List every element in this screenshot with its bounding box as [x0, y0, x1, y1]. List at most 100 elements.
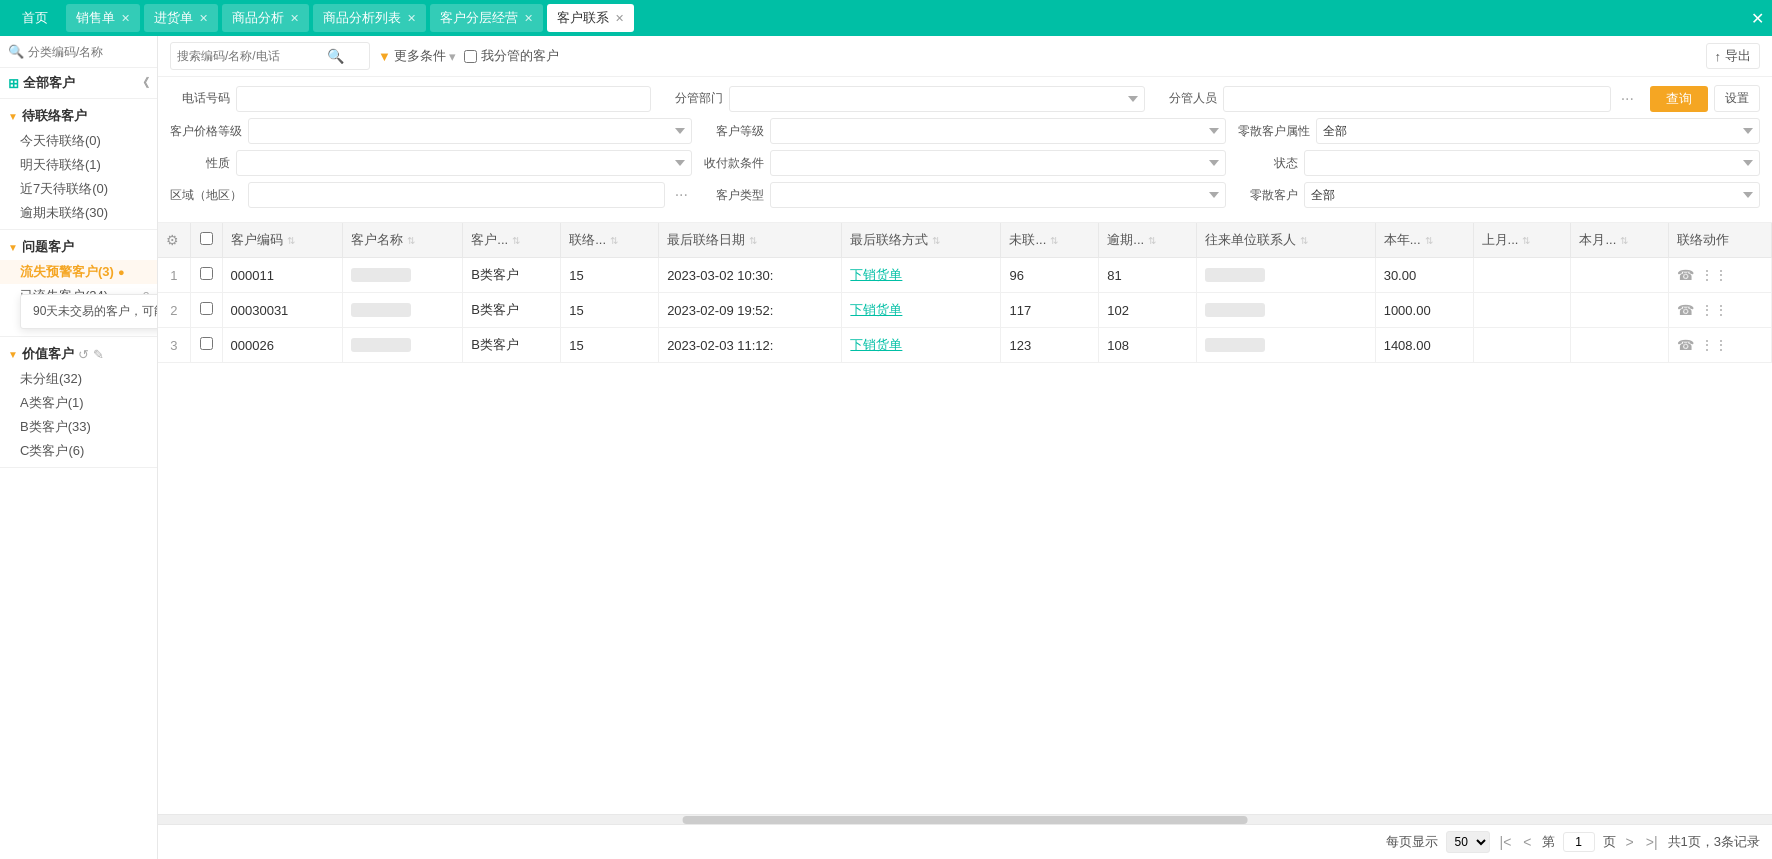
tab-analysis[interactable]: 商品分析 ✕ [222, 4, 309, 32]
customer-grade-select[interactable] [770, 118, 1226, 144]
row-2-checkbox[interactable] [200, 302, 213, 315]
query-button[interactable]: 查询 [1650, 86, 1708, 112]
sidebar-item-c-class[interactable]: C类客户(6) [0, 439, 157, 463]
tab-analysis-list[interactable]: 商品分析列表 ✕ [313, 4, 426, 32]
sidebar-item-a-class[interactable]: A类客户(1) [0, 391, 157, 415]
settings-button[interactable]: 设置 [1714, 85, 1760, 112]
dept-select[interactable] [729, 86, 1144, 112]
value-section-header[interactable]: ▼ 价值客户 ↺ ✎ [0, 341, 157, 367]
value-refresh-icon[interactable]: ↺ [78, 347, 89, 362]
region-more-icon[interactable]: ··· [671, 186, 692, 204]
collapse-icon[interactable]: 《 [137, 75, 149, 92]
row-last-method-3[interactable]: 下销货单 [842, 328, 1001, 363]
th-this-month-sort[interactable]: ⇅ [1620, 235, 1628, 246]
my-customers-checkbox-wrap[interactable]: 我分管的客户 [464, 47, 559, 65]
close-icon-customer-contact[interactable]: ✕ [615, 12, 624, 25]
status-select[interactable] [1304, 150, 1760, 176]
th-this-year-sort[interactable]: ⇅ [1425, 235, 1433, 246]
sidebar-item-tomorrow[interactable]: 明天待联络(1) [0, 153, 157, 177]
close-icon-purchase[interactable]: ✕ [199, 12, 208, 25]
row-num-3: 3 [158, 328, 190, 363]
sidebar-item-churned[interactable]: 已流失客户(24) ? [0, 284, 157, 308]
tab-customer-contact[interactable]: 客户联系 ✕ [547, 4, 634, 32]
filter-search-icon[interactable]: 🔍 [327, 48, 344, 64]
action-contact-icon-1[interactable]: ☎ [1677, 267, 1694, 283]
export-btn[interactable]: ↑ 导出 [1706, 43, 1761, 69]
row-last-method-3-link[interactable]: 下销货单 [850, 337, 902, 352]
row-last-method-2[interactable]: 下销货单 [842, 293, 1001, 328]
row-last-method-1-link[interactable]: 下销货单 [850, 267, 902, 282]
filter-search-input[interactable] [177, 49, 327, 63]
manager-input[interactable] [1223, 86, 1611, 112]
pending-section-header[interactable]: ▼ 待联络客户 [0, 103, 157, 129]
row-1-checkbox[interactable] [200, 267, 213, 280]
row-unit-1-blurred [1205, 268, 1265, 282]
all-customers-header[interactable]: ⊞ 全部客户 《 [0, 68, 157, 99]
action-menu-icon-2[interactable]: ⋮⋮ [1700, 302, 1728, 318]
export-icon: ↑ [1715, 49, 1722, 64]
per-page-select[interactable]: 50 [1446, 831, 1490, 853]
first-page-btn[interactable]: |< [1498, 834, 1514, 850]
sidebar-item-declining[interactable]: 持续下滑客户(2) ? [0, 308, 157, 332]
retail-attr-select[interactable]: 全部 [1316, 118, 1760, 144]
last-page-btn[interactable]: >| [1644, 834, 1660, 850]
payment-select[interactable] [770, 150, 1226, 176]
select-all-checkbox[interactable] [200, 232, 213, 245]
sidebar-item-ungroup[interactable]: 未分组(32) [0, 367, 157, 391]
tab-customer-tier[interactable]: 客户分层经营 ✕ [430, 4, 543, 32]
sidebar-item-week[interactable]: 近7天待联络(0) [0, 177, 157, 201]
value-edit-icon[interactable]: ✎ [93, 347, 104, 362]
th-contact-sort[interactable]: ⇅ [610, 235, 618, 246]
price-grade-select[interactable] [248, 118, 692, 144]
close-icon-sales[interactable]: ✕ [121, 12, 130, 25]
action-menu-icon-3[interactable]: ⋮⋮ [1700, 337, 1728, 353]
close-icon-customer-tier[interactable]: ✕ [524, 12, 533, 25]
manager-more-icon[interactable]: ··· [1617, 90, 1638, 108]
filter-gender: 性质 [170, 150, 692, 176]
row-last-month-1 [1473, 258, 1571, 293]
customer-type-select[interactable] [770, 182, 1226, 208]
th-this-year-label: 本年... [1384, 231, 1421, 249]
th-name-sort[interactable]: ⇅ [407, 235, 415, 246]
th-unlinked-sort[interactable]: ⇅ [1050, 235, 1058, 246]
row-last-method-1[interactable]: 下销货单 [842, 258, 1001, 293]
my-customers-checkbox[interactable] [464, 50, 477, 63]
close-icon-analysis-list[interactable]: ✕ [407, 12, 416, 25]
action-contact-icon-3[interactable]: ☎ [1677, 337, 1694, 353]
th-last-method-sort[interactable]: ⇅ [932, 235, 940, 246]
action-contact-icon-2[interactable]: ☎ [1677, 302, 1694, 318]
next-page-btn[interactable]: > [1624, 834, 1636, 850]
sidebar-item-churn-warning[interactable]: 流失预警客户(3) ● [0, 260, 157, 284]
row-3-checkbox[interactable] [200, 337, 213, 350]
retail-select[interactable]: 全部 [1304, 182, 1760, 208]
row-last-method-2-link[interactable]: 下销货单 [850, 302, 902, 317]
close-window-icon[interactable]: ✕ [1751, 9, 1764, 28]
home-tab[interactable]: 首页 [8, 0, 62, 36]
action-menu-icon-1[interactable]: ⋮⋮ [1700, 267, 1728, 283]
th-type-sort[interactable]: ⇅ [512, 235, 520, 246]
gender-select[interactable] [236, 150, 692, 176]
at-risk-section-header[interactable]: ▼ 问题客户 [0, 234, 157, 260]
sidebar-item-overdue[interactable]: 逾期未联络(30) [0, 201, 157, 225]
close-icon-analysis[interactable]: ✕ [290, 12, 299, 25]
th-overdue-sort[interactable]: ⇅ [1148, 235, 1156, 246]
page-suffix: 页 [1603, 833, 1616, 851]
sidebar-search-input[interactable] [28, 45, 149, 59]
page-input[interactable] [1563, 832, 1595, 852]
th-unit-contact-sort[interactable]: ⇅ [1300, 235, 1308, 246]
prev-page-btn[interactable]: < [1521, 834, 1533, 850]
th-last-month-sort[interactable]: ⇅ [1522, 235, 1530, 246]
phone-input[interactable] [236, 86, 651, 112]
th-code-sort[interactable]: ⇅ [287, 235, 295, 246]
gear-icon[interactable]: ⚙ [166, 232, 179, 248]
th-gear[interactable]: ⚙ [158, 223, 190, 258]
sidebar-item-b-class[interactable]: B类客户(33) [0, 415, 157, 439]
more-conditions-btn[interactable]: ▼ 更多条件 ▾ [378, 47, 456, 65]
tab-sales[interactable]: 销售单 ✕ [66, 4, 140, 32]
tab-purchase[interactable]: 进货单 ✕ [144, 4, 218, 32]
th-last-date-sort[interactable]: ⇅ [749, 235, 757, 246]
scrollbar-thumb[interactable] [683, 816, 1248, 824]
horizontal-scrollbar[interactable] [158, 814, 1772, 824]
region-input[interactable] [248, 182, 665, 208]
sidebar-item-today[interactable]: 今天待联络(0) [0, 129, 157, 153]
